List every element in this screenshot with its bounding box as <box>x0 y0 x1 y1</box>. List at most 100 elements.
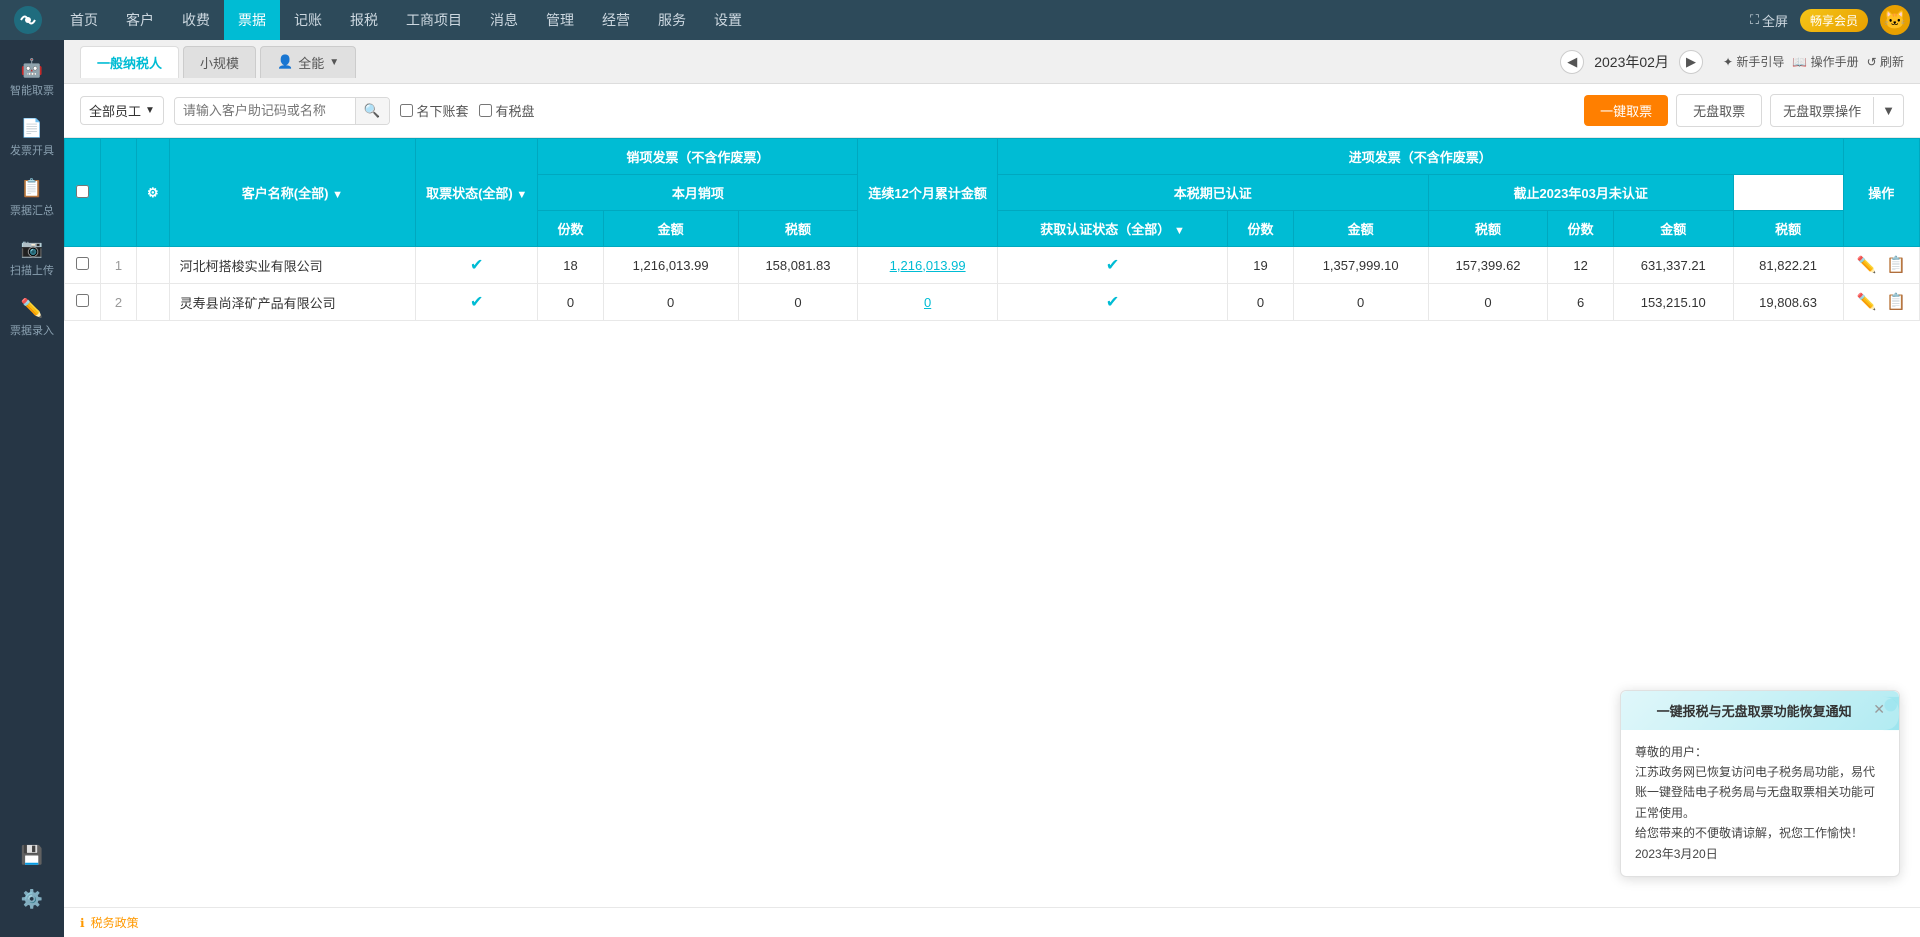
sidebar-bottom: 💾 ⚙️ <box>4 837 60 937</box>
table-row: 2 灵寿县尚泽矿产品有限公司 ✔ 0 0 0 0 ✔ 0 0 0 6 153,2… <box>65 284 1920 321</box>
info-icon: ℹ <box>80 916 85 930</box>
tab-general-taxpayer[interactable]: 一般纳税人 <box>80 46 179 78</box>
row2-checkbox[interactable] <box>65 284 101 321</box>
has-tax-disk-checkbox-input[interactable] <box>479 104 492 117</box>
th-before-2023-03: 截止2023年03月未认证 <box>1428 175 1733 211</box>
row1-qty2: 19 <box>1228 247 1293 284</box>
th-amt1: 金额 <box>603 211 738 247</box>
my-accounts-checkbox[interactable]: 名下账套 <box>400 101 469 120</box>
nav-tax[interactable]: 报税 <box>336 0 392 40</box>
sidebar: 🤖 智能取票 📄 发票开具 📋 票据汇总 📷 扫描上传 ✏️ 票据录入 💾 ⚙️ <box>0 40 64 937</box>
row2-customer: 灵寿县尚泽矿产品有限公司 <box>169 284 415 321</box>
nav-operation[interactable]: 经营 <box>588 0 644 40</box>
row1-qty1: 18 <box>538 247 603 284</box>
nav-fee[interactable]: 收费 <box>168 0 224 40</box>
period-prev-button[interactable]: ◀ <box>1560 50 1584 74</box>
nav-business[interactable]: 工商项目 <box>392 0 476 40</box>
sidebar-item-invoice-summary[interactable]: 📋 票据汇总 <box>4 170 60 226</box>
row2-tax2: 0 <box>1428 284 1548 321</box>
has-tax-disk-checkbox[interactable]: 有税盘 <box>479 101 535 120</box>
row1-cert-status: ✔ <box>997 247 1227 284</box>
smart-fetch-icon: 🤖 <box>21 58 43 79</box>
sidebar-item-settings[interactable]: ⚙️ <box>4 881 60 921</box>
sidebar-item-scan-upload[interactable]: 📷 扫描上传 <box>4 230 60 286</box>
new-user-guide-button[interactable]: ✦ 新手引导 <box>1723 53 1784 70</box>
row2-edit-icon[interactable]: ✏️ <box>1857 294 1877 311</box>
no-disk-fetch-button[interactable]: 无盘取票 <box>1676 94 1762 127</box>
avatar[interactable]: 🐱 <box>1880 5 1910 35</box>
row1-tax2: 157,399.62 <box>1428 247 1548 284</box>
settings-icon: ⚙️ <box>21 889 43 910</box>
row1-customer: 河北柯搭梭实业有限公司 <box>169 247 415 284</box>
row1-checkbox[interactable] <box>65 247 101 284</box>
nav-service[interactable]: 服务 <box>644 0 700 40</box>
row2-actions: ✏️ 📋 <box>1843 284 1919 321</box>
operation-manual-button[interactable]: 📖 操作手册 <box>1792 53 1858 70</box>
th-sales-group: 销项发票（不含作废票） <box>538 139 858 175</box>
row2-view-icon[interactable]: 📋 <box>1886 294 1906 311</box>
nav-message[interactable]: 消息 <box>476 0 532 40</box>
logo <box>10 2 46 38</box>
fullscreen-button[interactable]: ⛶ 全屏 <box>1750 11 1788 30</box>
row1-edit-icon[interactable]: ✏️ <box>1857 257 1877 274</box>
nav-manage[interactable]: 管理 <box>532 0 588 40</box>
th-current-period-certified: 本税期已认证 <box>997 175 1428 211</box>
one-click-fetch-button[interactable]: 一键取票 <box>1584 95 1668 126</box>
nav-customer[interactable]: 客户 <box>112 0 168 40</box>
row2-tax3: 19,808.63 <box>1733 284 1843 321</box>
employee-filter[interactable]: 全部员工 ▼ <box>80 96 164 125</box>
th-checkbox <box>65 139 101 247</box>
refresh-button[interactable]: ↺ 刷新 <box>1867 53 1904 70</box>
th-index <box>101 139 137 247</box>
my-accounts-checkbox-input[interactable] <box>400 104 413 117</box>
toolbar: 全部员工 ▼ 🔍 名下账套 有税盘 一键取票 无盘取票 无盘取票操作 ▼ <box>64 84 1920 138</box>
row1-cumulative: 1,216,013.99 <box>858 247 997 284</box>
vip-button[interactable]: 畅享会员 <box>1800 9 1868 32</box>
row1-amt2: 1,357,999.10 <box>1293 247 1428 284</box>
row2-cumulative: 0 <box>858 284 997 321</box>
row1-tax1: 158,081.83 <box>738 247 858 284</box>
sidebar-item-download[interactable]: 💾 <box>4 837 60 877</box>
row1-tax3: 81,822.21 <box>1733 247 1843 284</box>
th-tax1: 税额 <box>738 211 858 247</box>
th-qty3: 份数 <box>1548 211 1613 247</box>
row2-qty1: 0 <box>538 284 603 321</box>
tab-all[interactable]: 👤 全能 ▼ <box>260 46 356 78</box>
row2-qty2: 0 <box>1228 284 1293 321</box>
row2-cert-status: ✔ <box>997 284 1227 321</box>
tab-general-taxpayer-label: 一般纳税人 <box>97 53 162 72</box>
th-cumulative-12: 连续12个月累计金额 <box>858 139 997 247</box>
sidebar-item-invoice-open[interactable]: 📄 发票开具 <box>4 110 60 166</box>
row2-amt1: 0 <box>603 284 738 321</box>
select-all-checkbox[interactable] <box>76 185 89 198</box>
tab-all-label: 全能 <box>298 53 324 72</box>
search-button[interactable]: 🔍 <box>355 98 389 124</box>
nav-home[interactable]: 首页 <box>56 0 112 40</box>
sidebar-item-invoice-entry[interactable]: ✏️ 票据录入 <box>4 290 60 346</box>
row1-view-icon[interactable]: 📋 <box>1886 257 1906 274</box>
row1-cumulative-link[interactable]: 1,216,013.99 <box>890 258 966 273</box>
nav-settings[interactable]: 设置 <box>700 0 756 40</box>
sidebar-item-invoice-entry-label: 票据录入 <box>10 322 54 338</box>
chevron-down-icon: ▼ <box>145 105 155 116</box>
search-input[interactable] <box>175 99 355 122</box>
top-navigation: 首页 客户 收费 票据 记账 报税 工商项目 消息 管理 经营 服务 设置 ⛶ … <box>0 0 1920 40</box>
nav-bookkeeping[interactable]: 记账 <box>280 0 336 40</box>
search-wrapper: 🔍 <box>174 97 390 125</box>
check-icon2: ✔ <box>470 294 483 311</box>
tax-policy-link[interactable]: 税务政策 <box>91 914 139 931</box>
sidebar-item-smart-fetch[interactable]: 🤖 智能取票 <box>4 50 60 106</box>
period-next-button[interactable]: ▶ <box>1679 50 1703 74</box>
tab-bar: 一般纳税人 小规模 👤 全能 ▼ ◀ 2023年02月 ▶ ✦ 新手引导 📖 操… <box>64 40 1920 84</box>
download-icon: 💾 <box>21 845 43 866</box>
nav-invoice[interactable]: 票据 <box>224 0 280 40</box>
dropdown-arrow-icon[interactable]: ▼ <box>1873 97 1903 124</box>
row2-fetch-status: ✔ <box>416 284 538 321</box>
no-disk-ops-dropdown[interactable]: 无盘取票操作 ▼ <box>1770 94 1904 127</box>
tab-small-scale[interactable]: 小规模 <box>183 46 256 78</box>
row2-cumulative-link[interactable]: 0 <box>924 295 931 310</box>
notification-header: 一键报税与无盘取票功能恢复通知 ✕ <box>1621 691 1899 730</box>
chevron-down-icon: ▼ <box>329 57 339 68</box>
invoice-entry-icon: ✏️ <box>21 298 43 319</box>
sidebar-item-smart-fetch-label: 智能取票 <box>10 82 54 98</box>
